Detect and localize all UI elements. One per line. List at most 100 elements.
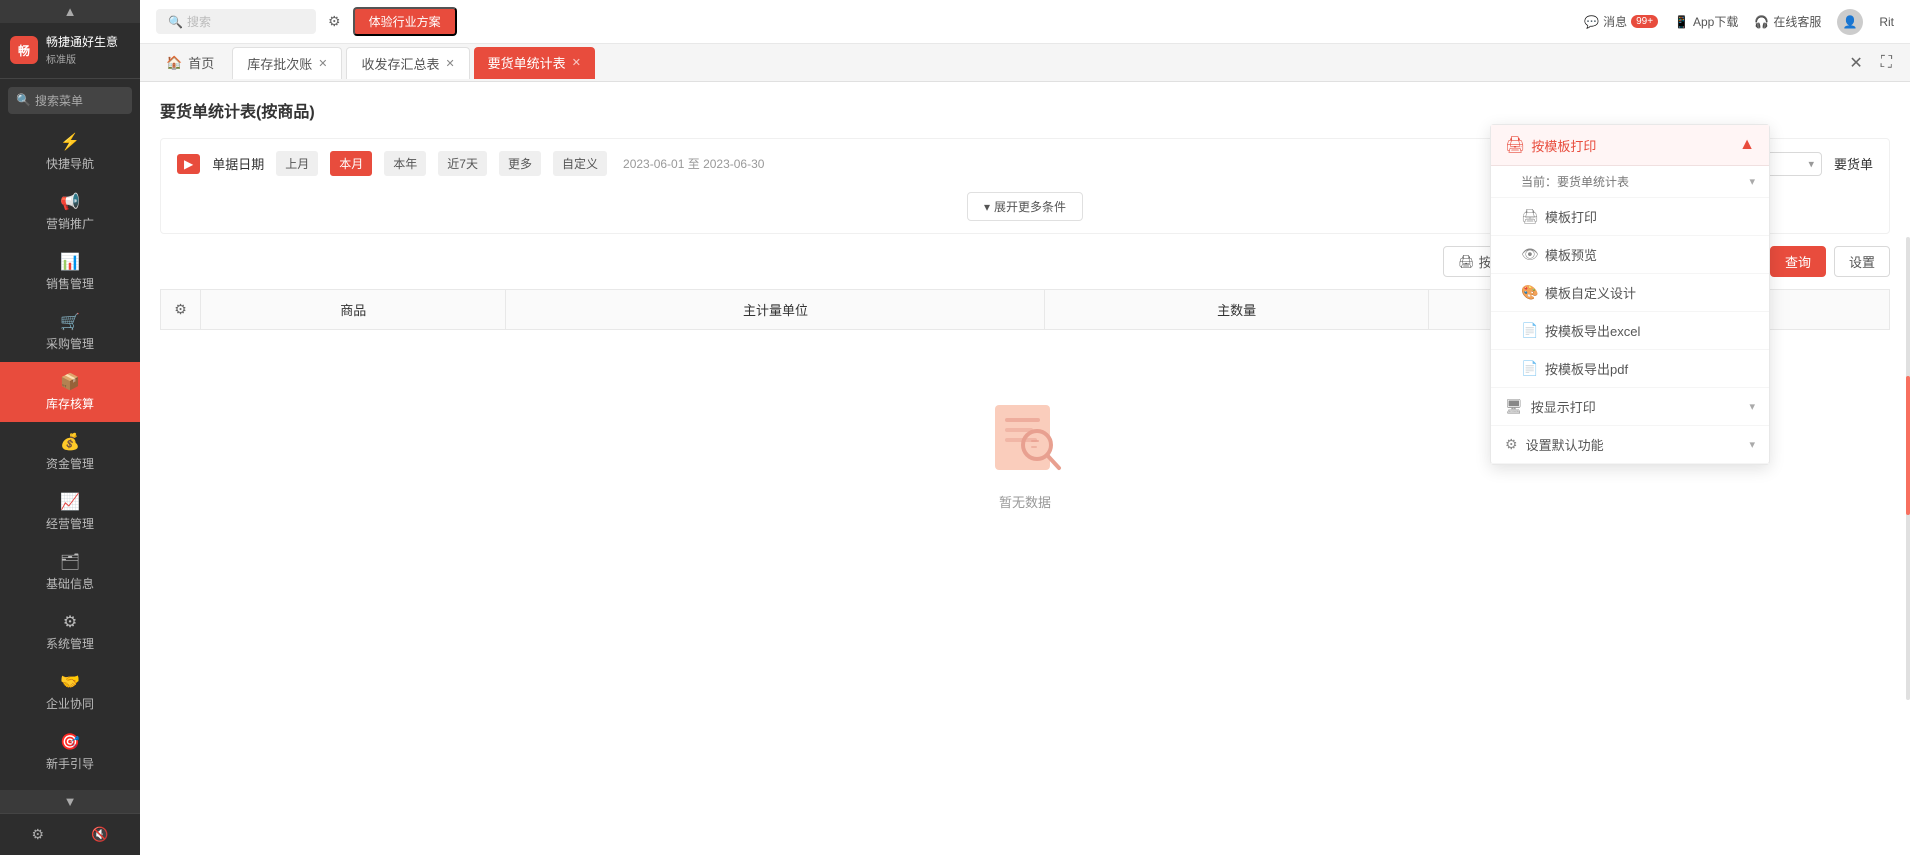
dropdown-collapse-btn[interactable]: ▲ <box>1739 136 1755 154</box>
tabbar-right: ✕ ⛶ <box>1843 51 1898 75</box>
trial-btn[interactable]: 体验行业方案 <box>353 7 457 36</box>
topbar-search[interactable]: 🔍 搜索 <box>156 9 316 34</box>
app-name: 畅捷通好生意 <box>46 35 118 51</box>
search-label: 搜索菜单 <box>35 92 83 109</box>
date-btn-prev-month[interactable]: 上月 <box>276 151 318 176</box>
dropdown-item-label: 模板自定义设计 <box>1545 283 1636 302</box>
tab-order-summary[interactable]: 要货单统计表 ✕ <box>474 47 595 79</box>
sidebar-item-operation[interactable]: 📈 经营管理 <box>0 482 140 542</box>
sidebar-scroll-down[interactable]: ▼ <box>0 790 140 813</box>
chevron-down-icon: ▾ <box>984 200 990 214</box>
topbar: 🔍 搜索 ⚙ 体验行业方案 💬 消息 99+ 📱 App下载 🎧 在线客服 👤 <box>140 0 1910 44</box>
tab-collection-summary-label: 收发存汇总表 <box>361 54 439 73</box>
expand-more-label: 展开更多条件 <box>994 198 1066 215</box>
dropdown-title: 按模板打印 <box>1531 136 1596 155</box>
date-btn-more[interactable]: 更多 <box>499 151 541 176</box>
sidebar-item-collab[interactable]: 🤝 企业协同 <box>0 662 140 722</box>
search-icon: 🔍 <box>16 93 31 107</box>
template-preview-icon: 👁 <box>1521 246 1537 263</box>
table-header-settings[interactable]: ⚙ <box>161 290 201 330</box>
sidebar-search[interactable]: 🔍 搜索菜单 <box>8 87 132 114</box>
tab-maximize-btn[interactable]: ⛶ <box>1875 52 1898 74</box>
date-btn-last-7-days[interactable]: 近7天 <box>438 151 487 176</box>
sidebar-item-label: 采购管理 <box>46 335 94 352</box>
expand-more-btn[interactable]: ▾ 展开更多条件 <box>967 192 1083 221</box>
sidebar-item-marketing[interactable]: 📢 营销推广 <box>0 182 140 242</box>
topbar-settings-icon[interactable]: ⚙ <box>328 13 341 30</box>
topbar-search-placeholder: 搜索 <box>187 13 211 30</box>
empty-illustration <box>975 390 1075 480</box>
tab-order-summary-label: 要货单统计表 <box>488 53 566 72</box>
tab-batch-account[interactable]: 库存批次账 ✕ <box>232 47 342 79</box>
tab-home-label: 首页 <box>188 53 214 72</box>
sidebar-item-sales[interactable]: 📊 销售管理 <box>0 242 140 302</box>
settings-btn[interactable]: 设置 <box>1834 246 1890 277</box>
filter-expand-toggle[interactable]: ▶ <box>177 154 200 174</box>
app-download-btn[interactable]: 📱 App下载 <box>1674 13 1738 30</box>
tab-collection-summary[interactable]: 收发存汇总表 ✕ <box>346 47 469 79</box>
export-pdf-icon: 📄 <box>1521 360 1537 377</box>
sidebar-item-purchase[interactable]: 🛒 采购管理 <box>0 302 140 362</box>
dropdown-item-export-pdf[interactable]: 📄 按模板导出pdf <box>1491 350 1769 388</box>
dropdown-item-label: 按模板导出pdf <box>1545 359 1628 378</box>
sidebar-item-appstore[interactable]: 🔲 应用中心 <box>0 782 140 790</box>
online-service-btn[interactable]: 🎧 在线客服 <box>1754 13 1821 30</box>
date-btn-current-month[interactable]: 本月 <box>330 151 372 176</box>
sidebar-settings-btn[interactable]: ⚙ <box>28 822 49 847</box>
dropdown-sub-set-default[interactable]: ⚙ 设置默认功能 ▾ <box>1491 426 1769 464</box>
app-name-block: 畅捷通好生意 标准版 <box>46 35 118 66</box>
guide-icon: 🎯 <box>60 732 80 752</box>
sidebar-item-label: 销售管理 <box>46 275 94 292</box>
tab-home[interactable]: 🏠 首页 <box>152 47 228 79</box>
date-btn-custom[interactable]: 自定义 <box>553 151 607 176</box>
avatar-placeholder: 👤 <box>1843 15 1858 29</box>
sidebar-item-quick-nav[interactable]: ⚡ 快捷导航 <box>0 122 140 182</box>
sidebar-item-inventory[interactable]: 📦 库存核算 <box>0 362 140 422</box>
table-header-qty: 主数量 <box>1045 290 1428 330</box>
tab-batch-account-label: 库存批次账 <box>247 54 312 73</box>
sidebar: ▲ 畅 畅捷通好生意 标准版 🔍 搜索菜单 ⚡ 快捷导航 📢 营销推广 📊 销售… <box>0 0 140 855</box>
sidebar-scroll-up[interactable]: ▲ <box>0 0 140 23</box>
tab-batch-account-close[interactable]: ✕ <box>318 57 327 70</box>
sub-trigger-arrow: ▾ <box>1749 400 1755 413</box>
notification-btn[interactable]: 💬 消息 99+ <box>1584 13 1658 30</box>
dropdown-item-template-print[interactable]: 🖨 模板打印 <box>1491 198 1769 236</box>
sidebar-item-system[interactable]: ⚙ 系统管理 <box>0 602 140 662</box>
user-avatar[interactable]: 👤 <box>1837 9 1863 35</box>
dropdown-header-left: 🖨 按模板打印 <box>1505 135 1596 155</box>
dropdown-header[interactable]: 🖨 按模板打印 ▲ <box>1491 125 1769 166</box>
tab-close-all-btn[interactable]: ✕ <box>1843 51 1868 75</box>
sidebar-item-finance[interactable]: 💰 资金管理 <box>0 422 140 482</box>
app-logo-icon: 畅 <box>10 36 38 64</box>
username-label: Rit <box>1879 15 1894 29</box>
template-design-icon: 🎨 <box>1521 284 1537 301</box>
dropdown-current-tag[interactable]: 当前：要货单统计表 ▾ <box>1491 166 1769 198</box>
scroll-indicator <box>1906 237 1910 701</box>
sidebar-logo: 畅 畅捷通好生意 标准版 <box>0 23 140 79</box>
dropdown-sub-left: 🖥 按显示打印 <box>1505 397 1596 416</box>
download-icon: 📱 <box>1674 15 1689 29</box>
dropdown-item-export-excel[interactable]: 📄 按模板导出excel <box>1491 312 1769 350</box>
set-default-icon: ⚙ <box>1505 436 1518 453</box>
date-btn-current-year[interactable]: 本年 <box>384 151 426 176</box>
tab-collection-summary-close[interactable]: ✕ <box>445 57 454 70</box>
print-header-icon: 🖨 <box>1505 135 1525 155</box>
query-btn[interactable]: 查询 <box>1770 246 1826 277</box>
settings-btn-label: 设置 <box>1849 252 1875 271</box>
sidebar-item-basic[interactable]: 🗂 基础信息 <box>0 542 140 602</box>
table-header-unit: 主计量单位 <box>506 290 1045 330</box>
dropdown-sub-label-2: 设置默认功能 <box>1526 435 1604 454</box>
tab-order-summary-close[interactable]: ✕ <box>572 56 581 69</box>
dropdown-sub-display-print[interactable]: 🖥 按显示打印 ▾ <box>1491 388 1769 426</box>
sub-trigger-arrow-2: ▾ <box>1749 438 1755 451</box>
sidebar-nav: ⚡ 快捷导航 📢 营销推广 📊 销售管理 🛒 采购管理 📦 库存核算 💰 资金管… <box>0 122 140 790</box>
table-settings-icon[interactable]: ⚙ <box>174 301 187 317</box>
page-content: 要货单统计表(按商品) ▶ 单据日期 上月 本月 本年 近7天 更多 自定义 2… <box>140 82 1910 855</box>
purchase-icon: 🛒 <box>60 312 80 332</box>
sidebar-bottom: ⚙ 🔇 <box>0 813 140 855</box>
dropdown-item-template-preview[interactable]: 👁 模板预览 <box>1491 236 1769 274</box>
page-title: 要货单统计表(按商品) <box>160 98 1890 122</box>
sidebar-audio-btn[interactable]: 🔇 <box>87 822 112 847</box>
sidebar-item-guide[interactable]: 🎯 新手引导 <box>0 722 140 782</box>
dropdown-item-template-design[interactable]: 🎨 模板自定义设计 <box>1491 274 1769 312</box>
